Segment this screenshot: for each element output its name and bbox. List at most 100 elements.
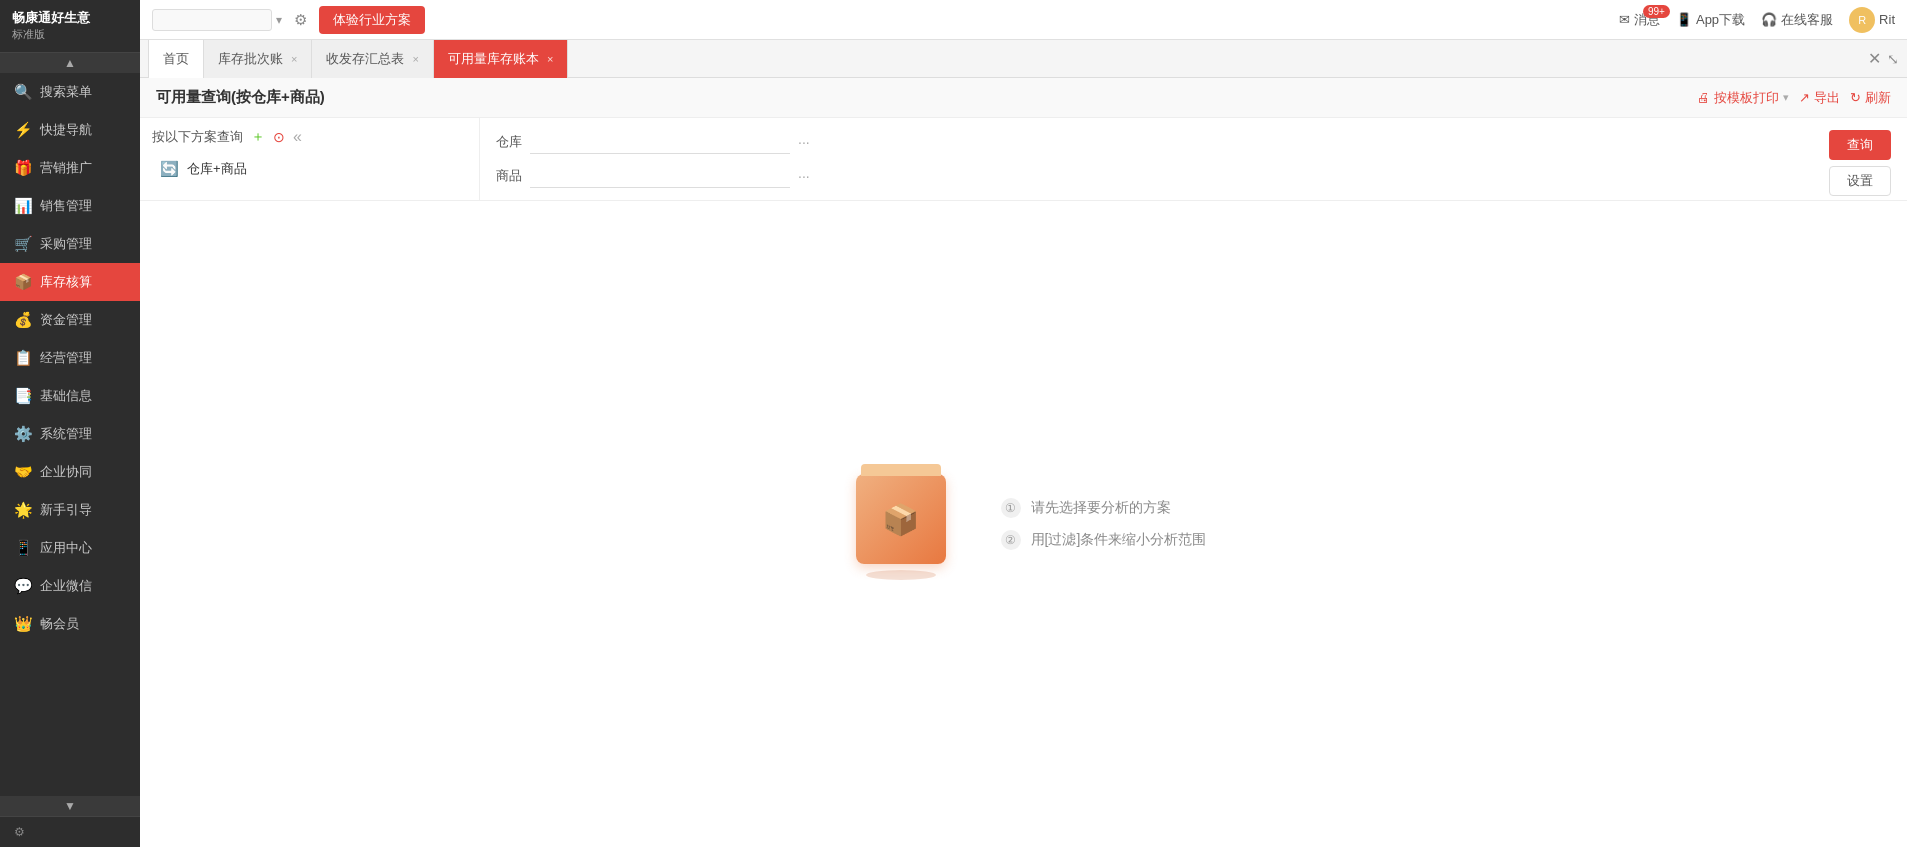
sidebar-item-label: 企业微信 xyxy=(40,577,92,595)
app-center-icon: 📱 xyxy=(14,539,32,557)
sidebar-scroll-up[interactable]: ▲ xyxy=(0,53,140,73)
sidebar-item-label: 经营管理 xyxy=(40,349,92,367)
tab-close-icon[interactable]: × xyxy=(412,53,418,65)
app-download-button[interactable]: 📱 App下载 xyxy=(1676,11,1745,29)
sidebar-item-quick-nav[interactable]: ⚡ 快捷导航 xyxy=(0,111,140,149)
settings-button[interactable]: 设置 xyxy=(1829,166,1891,196)
sidebar-item-label: 快捷导航 xyxy=(40,121,92,139)
export-icon: ↗ xyxy=(1799,90,1810,105)
sidebar-item-search[interactable]: 🔍 搜索菜单 xyxy=(0,73,140,111)
sidebar-item-purchase[interactable]: 🛒 采购管理 xyxy=(0,225,140,263)
sidebar-item-label: 资金管理 xyxy=(40,311,92,329)
message-button[interactable]: ✉ 消息 99+ xyxy=(1619,11,1660,29)
warehouse-filter: 仓库 ··· xyxy=(496,130,810,154)
tab-batch-ledger[interactable]: 库存批次账 × xyxy=(204,40,312,78)
app-version: 标准版 xyxy=(12,27,128,42)
service-label: 在线客服 xyxy=(1781,11,1833,29)
settings-scheme-icon[interactable]: ⊙ xyxy=(273,129,285,145)
print-button[interactable]: 🖨 按模板打印 ▾ xyxy=(1697,89,1789,107)
refresh-button[interactable]: ↻ 刷新 xyxy=(1850,89,1891,107)
sidebar-scroll-down[interactable]: ▼ xyxy=(0,796,140,816)
inventory-icon: 📦 xyxy=(14,273,32,291)
username-label: Rit xyxy=(1879,12,1895,27)
expand-icon[interactable]: ⤡ xyxy=(1887,51,1899,67)
service-button[interactable]: 🎧 在线客服 xyxy=(1761,11,1833,29)
sidebar-logo: 畅康通好生意 标准版 xyxy=(0,0,140,53)
filter-row-warehouse: 仓库 ··· xyxy=(496,130,1813,154)
printer-icon: 🖨 xyxy=(1697,90,1710,105)
chevron-down-icon: ▾ xyxy=(1783,91,1789,104)
phone-icon: 📱 xyxy=(1676,12,1692,27)
tab-close-icon[interactable]: × xyxy=(291,53,297,65)
sidebar-item-finance[interactable]: 💰 资金管理 xyxy=(0,301,140,339)
newbie-icon: 🌟 xyxy=(14,501,32,519)
sidebar-item-label: 营销推广 xyxy=(40,159,92,177)
sales-icon: 📊 xyxy=(14,197,32,215)
sidebar-item-system[interactable]: ⚙️ 系统管理 xyxy=(0,415,140,453)
hint-num-1: ① xyxy=(1001,498,1021,518)
trial-button[interactable]: 体验行业方案 xyxy=(319,6,425,34)
query-button[interactable]: 查询 xyxy=(1829,130,1891,160)
sidebar-item-vip[interactable]: 👑 畅会员 xyxy=(0,605,140,643)
hint-item-2: ② 用[过滤]条件来缩小分析范围 xyxy=(1001,530,1207,550)
collapse-icon[interactable]: « xyxy=(293,128,302,146)
tab-close-icon[interactable]: × xyxy=(547,53,553,65)
gear-icon[interactable]: ⚙ xyxy=(290,9,311,31)
sidebar-item-newbie[interactable]: 🌟 新手引导 xyxy=(0,491,140,529)
sidebar-item-basic[interactable]: 📑 基础信息 xyxy=(0,377,140,415)
filter-and-buttons: 仓库 ··· 商品 ··· 查询 设 xyxy=(480,118,1907,200)
tab-home[interactable]: 首页 xyxy=(148,40,204,78)
sidebar: 畅康通好生意 标准版 ▲ 🔍 搜索菜单 ⚡ 快捷导航 🎁 营销推广 📊 销售管理… xyxy=(0,0,140,847)
sidebar-item-label: 畅会员 xyxy=(40,615,79,633)
scheme-panel: 按以下方案查询 ＋ ⊙ « 🔄 仓库+商品 xyxy=(140,118,480,200)
sidebar-item-inventory[interactable]: 📦 库存核算 xyxy=(0,263,140,301)
chevron-down-icon[interactable]: ▾ xyxy=(276,13,282,27)
topbar-search-area: ▾ xyxy=(152,9,282,31)
sidebar-item-label: 应用中心 xyxy=(40,539,92,557)
tabbar-actions: ✕ ⤡ xyxy=(1868,49,1899,68)
export-label: 导出 xyxy=(1814,89,1840,107)
add-scheme-icon[interactable]: ＋ xyxy=(251,128,265,146)
hint-num-2: ② xyxy=(1001,530,1021,550)
more-icon[interactable]: ··· xyxy=(798,168,810,184)
sidebar-item-weixin[interactable]: 💬 企业微信 xyxy=(0,567,140,605)
sidebar-item-enterprise[interactable]: 🤝 企业协同 xyxy=(0,453,140,491)
empty-state: 📦 ① 请先选择要分析的方案 ② 用[过滤]条件来缩小分析范围 xyxy=(140,201,1907,847)
sidebar-item-label: 新手引导 xyxy=(40,501,92,519)
page-header-actions: 🖨 按模板打印 ▾ ↗ 导出 ↻ 刷新 xyxy=(1697,89,1891,107)
warehouse-input[interactable] xyxy=(530,130,790,154)
tabbar: 首页 库存批次账 × 收发存汇总表 × 可用量库存账本 × ✕ ⤡ xyxy=(140,40,1907,78)
hint-text-1: 请先选择要分析的方案 xyxy=(1031,499,1171,517)
sidebar-item-label: 库存核算 xyxy=(40,273,92,291)
tab-available-ledger[interactable]: 可用量库存账本 × xyxy=(434,40,568,78)
tab-home-label: 首页 xyxy=(163,50,189,68)
more-icon[interactable]: ··· xyxy=(798,134,810,150)
headset-icon: 🎧 xyxy=(1761,12,1777,27)
topbar: ▾ ⚙ 体验行业方案 ✉ 消息 99+ 📱 App下载 🎧 在线客服 R Rit xyxy=(140,0,1907,40)
empty-hint: ① 请先选择要分析的方案 ② 用[过滤]条件来缩小分析范围 xyxy=(1001,498,1207,550)
product-input[interactable] xyxy=(530,164,790,188)
print-label: 按模板打印 xyxy=(1714,89,1779,107)
export-button[interactable]: ↗ 导出 xyxy=(1799,89,1840,107)
scheme-type-icon: 🔄 xyxy=(160,160,179,178)
operation-icon: 📋 xyxy=(14,349,32,367)
enterprise-icon: 🤝 xyxy=(14,463,32,481)
scheme-item[interactable]: 🔄 仓库+商品 xyxy=(152,154,467,184)
basic-icon: 📑 xyxy=(14,387,32,405)
close-icon[interactable]: ✕ xyxy=(1868,49,1881,68)
sidebar-item-sales[interactable]: 📊 销售管理 xyxy=(0,187,140,225)
sidebar-item-label: 搜索菜单 xyxy=(40,83,92,101)
hint-item-1: ① 请先选择要分析的方案 xyxy=(1001,498,1207,518)
avatar: R xyxy=(1849,7,1875,33)
user-menu[interactable]: R Rit xyxy=(1849,7,1895,33)
sidebar-item-operation[interactable]: 📋 经营管理 xyxy=(0,339,140,377)
sidebar-item-label: 采购管理 xyxy=(40,235,92,253)
message-badge: 99+ xyxy=(1643,5,1670,18)
sidebar-item-marketing[interactable]: 🎁 营销推广 xyxy=(0,149,140,187)
tab-receipt-summary[interactable]: 收发存汇总表 × xyxy=(312,40,433,78)
product-label: 商品 xyxy=(496,167,522,185)
main-area: ▾ ⚙ 体验行业方案 ✉ 消息 99+ 📱 App下载 🎧 在线客服 R Rit xyxy=(140,0,1907,847)
sidebar-item-label: 销售管理 xyxy=(40,197,92,215)
sidebar-item-app-center[interactable]: 📱 应用中心 xyxy=(0,529,140,567)
topbar-search-input[interactable] xyxy=(152,9,272,31)
